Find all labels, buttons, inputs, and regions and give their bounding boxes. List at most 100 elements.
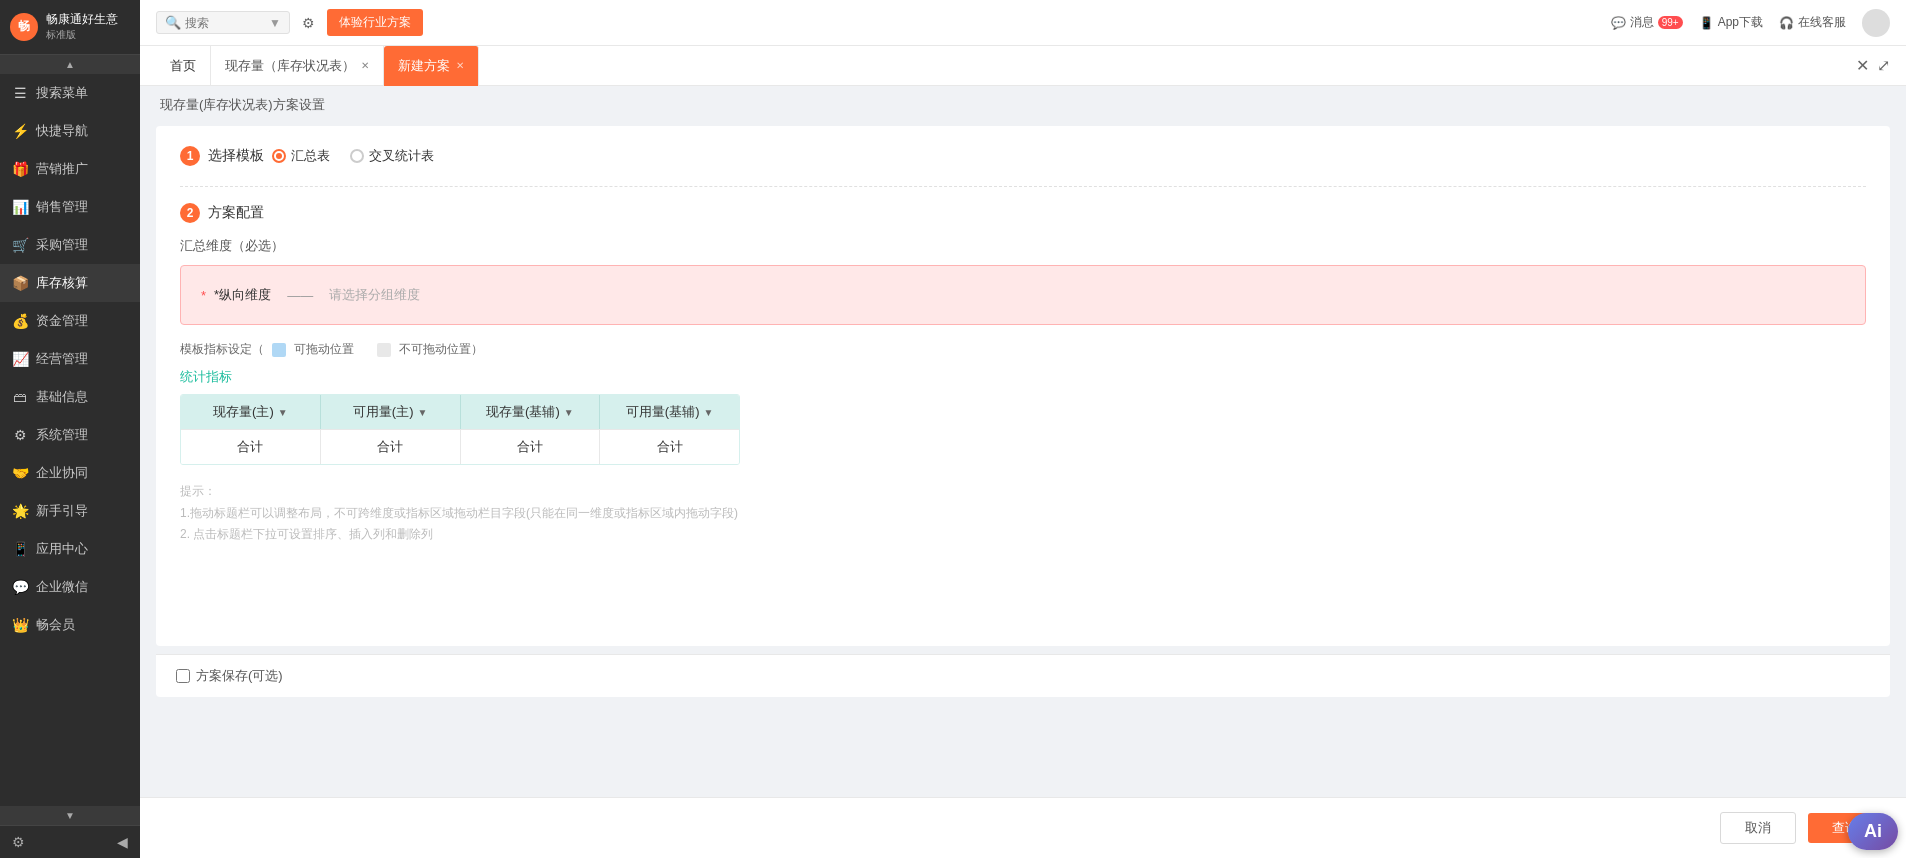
tips-item-1-text: 2. 点击标题栏下拉可设置排序、插入列和删除列 — [180, 527, 433, 541]
tab-close-btn[interactable]: ✕ — [1856, 56, 1869, 75]
online-service-group[interactable]: 🎧 在线客服 — [1779, 14, 1846, 31]
inventory-icon: 📦 — [12, 275, 28, 291]
radio-cross[interactable]: 交叉统计表 — [350, 147, 434, 165]
draggable-label: 可拖动位置 — [294, 341, 354, 358]
sidebar-footer: ⚙ ◀ — [0, 825, 140, 858]
vertical-dim-box[interactable]: * *纵向维度 —— 请选择分组维度 — [180, 265, 1866, 325]
cancel-button[interactable]: 取消 — [1720, 812, 1796, 844]
radio-cross-label: 交叉统计表 — [369, 147, 434, 165]
col-dropdown-3[interactable]: ▼ — [704, 407, 714, 418]
sidebar-item-base[interactable]: 🗃 基础信息 — [0, 378, 140, 416]
sidebar-item-label: 资金管理 — [36, 312, 88, 330]
appcenter-icon: 📱 — [12, 541, 28, 557]
app-download-group[interactable]: 📱 App下载 — [1699, 14, 1763, 31]
tab-inventory-label: 现存量（库存状况表） — [225, 57, 355, 75]
metrics-label-text: 模板指标设定（ — [180, 341, 264, 358]
tab-expand-btn[interactable]: ⤢ — [1877, 56, 1890, 75]
quicknav-icon: ⚡ — [12, 123, 28, 139]
wechat-icon: 💬 — [12, 579, 28, 595]
summary-dim-label: 汇总维度（必选） — [180, 237, 1866, 255]
sidebar-scroll-up[interactable]: ▲ — [0, 55, 140, 74]
search-dropdown-icon[interactable]: ▼ — [269, 16, 281, 30]
message-group[interactable]: 💬 消息 99+ — [1611, 14, 1683, 31]
tab-inventory-close[interactable]: ✕ — [361, 60, 369, 71]
message-label: 消息 — [1630, 14, 1654, 31]
sidebar-item-marketing[interactable]: 🎁 营销推广 — [0, 150, 140, 188]
search-menu-icon: ☰ — [12, 85, 28, 101]
page-title: 现存量(库存状况表)方案设置 — [160, 97, 325, 112]
tab-home[interactable]: 首页 — [156, 46, 211, 86]
col-dropdown-0[interactable]: ▼ — [278, 407, 288, 418]
search-input[interactable] — [185, 16, 265, 30]
sidebar-item-sales[interactable]: 📊 销售管理 — [0, 188, 140, 226]
sidebar-logo: 畅 畅康通好生意 标准版 — [0, 0, 140, 55]
step1-title: 选择模板 — [208, 147, 264, 165]
col-dropdown-2[interactable]: ▼ — [564, 407, 574, 418]
step1-section: 1 选择模板 汇总表 交叉统计表 — [180, 146, 1866, 166]
sidebar-item-label: 搜索菜单 — [36, 84, 88, 102]
settings-icon[interactable]: ⚙ — [12, 834, 25, 850]
radio-summary[interactable]: 汇总表 — [272, 147, 330, 165]
trial-button[interactable]: 体验行业方案 — [327, 9, 423, 36]
sidebar-item-purchase[interactable]: 🛒 采购管理 — [0, 226, 140, 264]
sidebar-item-label: 库存核算 — [36, 274, 88, 292]
message-badge: 99+ — [1658, 16, 1683, 29]
sidebar-item-label: 新手引导 — [36, 502, 88, 520]
col-header-label-0: 现存量(主) — [213, 403, 274, 421]
stats-table-row: 合计 合计 合计 合计 — [181, 429, 739, 464]
save-checkbox[interactable] — [176, 669, 190, 683]
col-header-0[interactable]: 现存量(主) ▼ — [181, 395, 321, 429]
drag-indicator — [272, 343, 286, 357]
sidebar-item-inventory[interactable]: 📦 库存核算 — [0, 264, 140, 302]
col-cell-3: 合计 — [600, 430, 739, 464]
tips-item-0: 1.拖动标题栏可以调整布局，不可跨维度或指标区域拖动栏目字段(只能在同一维度或指… — [180, 503, 1866, 525]
ai-badge[interactable]: Ai — [1848, 813, 1898, 850]
col-header-2[interactable]: 现存量(基辅) ▼ — [461, 395, 601, 429]
sidebar-item-operations[interactable]: 📈 经营管理 — [0, 340, 140, 378]
app-download-label: App下载 — [1718, 14, 1763, 31]
no-drag-indicator — [377, 343, 391, 357]
sidebar-item-system[interactable]: ⚙ 系统管理 — [0, 416, 140, 454]
collapse-icon[interactable]: ◀ — [117, 834, 128, 850]
topbar-right: 💬 消息 99+ 📱 App下载 🎧 在线客服 — [1611, 9, 1890, 37]
dim-dash: —— — [287, 288, 313, 303]
col-cell-2: 合计 — [461, 430, 601, 464]
tabs-bar: 首页 现存量（库存状况表） ✕ 新建方案 ✕ ✕ ⤢ — [140, 46, 1906, 86]
col-header-1[interactable]: 可用量(主) ▼ — [321, 395, 461, 429]
stats-section: 统计指标 现存量(主) ▼ 可用量(主) ▼ — [180, 368, 1866, 465]
sidebar-item-label: 系统管理 — [36, 426, 88, 444]
sidebar-item-quicknav[interactable]: ⚡ 快捷导航 — [0, 112, 140, 150]
sidebar-item-label: 企业微信 — [36, 578, 88, 596]
user-avatar[interactable] — [1862, 9, 1890, 37]
sidebar-item-newguide[interactable]: 🌟 新手引导 — [0, 492, 140, 530]
tab-inventory[interactable]: 现存量（库存状况表） ✕ — [211, 46, 384, 86]
sidebar-item-collab[interactable]: 🤝 企业协同 — [0, 454, 140, 492]
online-service-label: 在线客服 — [1798, 14, 1846, 31]
step1-header: 1 选择模板 汇总表 交叉统计表 — [180, 146, 1866, 166]
radio-cross-circle — [350, 149, 364, 163]
stats-table-header: 现存量(主) ▼ 可用量(主) ▼ 现存量(基辅) ▼ — [181, 395, 739, 429]
stats-table: 现存量(主) ▼ 可用量(主) ▼ 现存量(基辅) ▼ — [180, 394, 740, 465]
sidebar-item-wechat[interactable]: 💬 企业微信 — [0, 568, 140, 606]
logo-text: 畅康通好生意 标准版 — [46, 12, 118, 42]
sidebar-item-label: 采购管理 — [36, 236, 88, 254]
step2-title: 方案配置 — [208, 204, 264, 222]
tab-home-label: 首页 — [170, 57, 196, 75]
tips-section: 提示： 1.拖动标题栏可以调整布局，不可跨维度或指标区域拖动栏目字段(只能在同一… — [180, 481, 1866, 546]
col-dropdown-1[interactable]: ▼ — [418, 407, 428, 418]
tab-new-scheme[interactable]: 新建方案 ✕ — [384, 46, 479, 86]
sidebar-scroll-down[interactable]: ▼ — [0, 806, 140, 825]
tab-new-scheme-close[interactable]: ✕ — [456, 60, 464, 71]
topbar: 🔍 ▼ ⚙ 体验行业方案 💬 消息 99+ 📱 App下载 🎧 在线客服 — [140, 0, 1906, 46]
gear-button[interactable]: ⚙ — [298, 11, 319, 35]
search-box[interactable]: 🔍 ▼ — [156, 11, 290, 34]
collab-icon: 🤝 — [12, 465, 28, 481]
sidebar-nav: ☰ 搜索菜单 ⚡ 快捷导航 🎁 营销推广 📊 销售管理 🛒 采购管理 📦 库存核… — [0, 74, 140, 806]
sidebar-item-member[interactable]: 👑 畅会员 — [0, 606, 140, 644]
headset-icon: 🎧 — [1779, 16, 1794, 30]
sidebar-item-finance[interactable]: 💰 资金管理 — [0, 302, 140, 340]
step2-badge: 2 — [180, 203, 200, 223]
col-header-3[interactable]: 可用量(基辅) ▼ — [600, 395, 739, 429]
sidebar-item-appcenter[interactable]: 📱 应用中心 — [0, 530, 140, 568]
sidebar-item-search[interactable]: ☰ 搜索菜单 — [0, 74, 140, 112]
